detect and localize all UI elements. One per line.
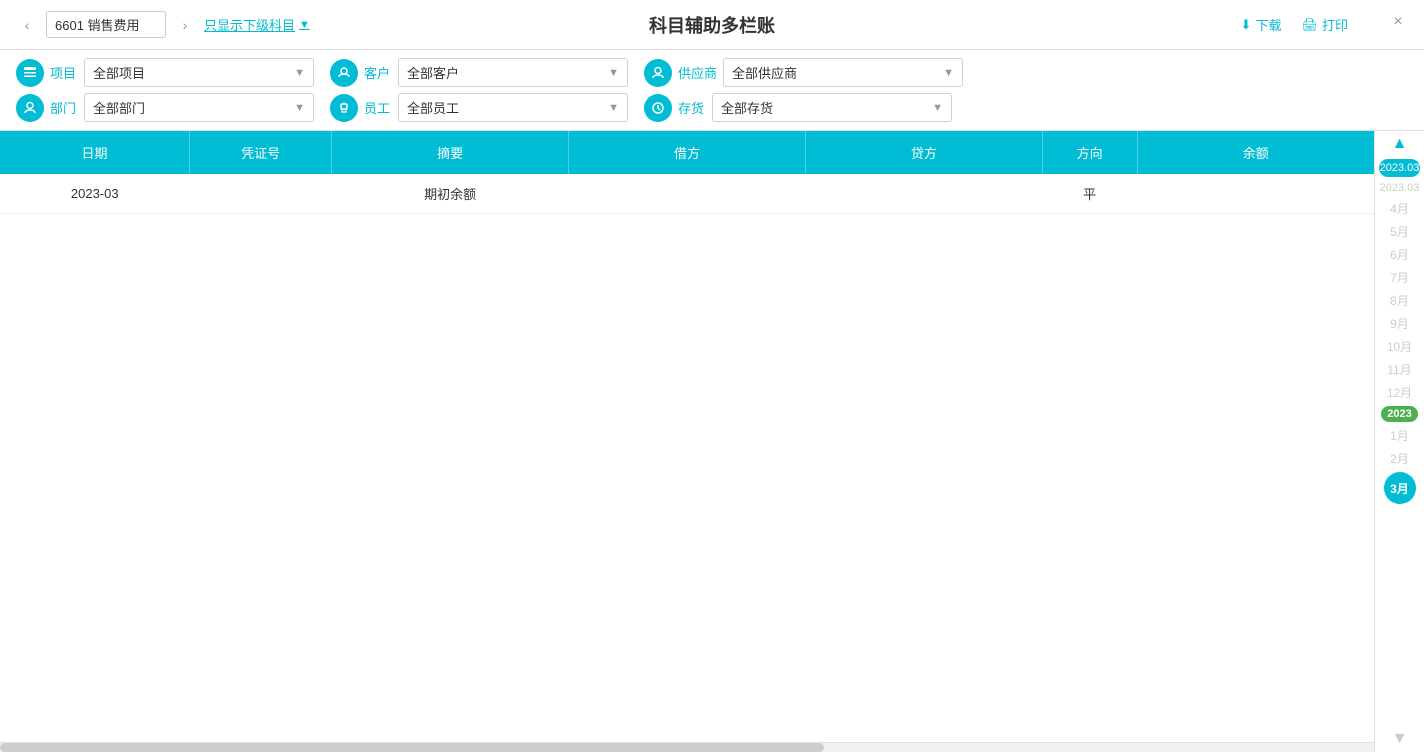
close-button[interactable]: × xyxy=(1388,12,1408,32)
filter-department: 部门 全部部门 ▼ xyxy=(16,93,314,122)
main-content: 日期 凭证号 摘要 借方 贷方 方向 余额 2023-03 期初余额 xyxy=(0,131,1424,752)
page-title: 科目辅助多栏账 xyxy=(649,12,775,38)
department-icon xyxy=(16,94,44,122)
download-label: 下载 xyxy=(1255,15,1281,34)
cell-date: 2023-03 xyxy=(0,174,190,214)
print-label: 打印 xyxy=(1322,15,1348,34)
inventory-icon xyxy=(644,94,672,122)
title-bar-left: ‹ 6601 销售费用 › 只显示下级科目 ▼ xyxy=(16,11,310,38)
title-bar-right: ⬇ 下载 🖨 打印 xyxy=(1241,15,1408,34)
download-button[interactable]: ⬇ 下载 xyxy=(1241,15,1282,34)
print-icon: 🖨 xyxy=(1301,17,1318,33)
cell-credit xyxy=(805,174,1042,214)
filter-project: 项目 全部项目 ▼ xyxy=(16,58,314,87)
show-sub-label: 只显示下级科目 xyxy=(204,15,295,34)
col-header-direction: 方向 xyxy=(1042,131,1137,174)
cell-summary: 期初余额 xyxy=(332,174,569,214)
timeline-item-5[interactable]: 5月 xyxy=(1375,220,1424,243)
project-chevron-icon: ▼ xyxy=(294,67,305,79)
cell-direction: 平 xyxy=(1042,174,1137,214)
timeline-nav-down[interactable]: ▼ xyxy=(1375,726,1424,752)
table-row[interactable]: 2023-03 期初余额 平 xyxy=(0,174,1374,214)
timeline-nav-up[interactable]: ▲ xyxy=(1375,131,1424,157)
filter-inventory: 存货 全部存货 ▼ xyxy=(644,93,952,122)
department-value: 全部部门 xyxy=(93,98,145,117)
scroll-thumb[interactable] xyxy=(0,743,824,752)
employee-chevron-icon: ▼ xyxy=(608,102,619,114)
timeline-item-8[interactable]: 8月 xyxy=(1375,289,1424,312)
customer-select[interactable]: 全部客户 ▼ xyxy=(398,58,628,87)
filter-supplier: 供应商 全部供应商 ▼ xyxy=(644,58,963,87)
show-sub-button[interactable]: 只显示下级科目 ▼ xyxy=(204,15,310,34)
nav-prev-button[interactable]: ‹ xyxy=(16,14,38,36)
department-label: 部门 xyxy=(50,98,78,117)
timeline-item-3-container: 3月 xyxy=(1375,470,1424,506)
account-code: 6601 销售费用 xyxy=(46,11,166,38)
col-header-date: 日期 xyxy=(0,131,190,174)
print-button[interactable]: 🖨 打印 xyxy=(1301,15,1348,34)
timeline-sidebar: ▲ 2023.03 2023.03 4月 5月 6月 7月 8月 9月 10月 … xyxy=(1374,131,1424,752)
filter-employee: 员工 全部员工 ▼ xyxy=(330,93,628,122)
timeline-item-1[interactable]: 1月 xyxy=(1375,424,1424,447)
inventory-select[interactable]: 全部存货 ▼ xyxy=(712,93,952,122)
customer-icon xyxy=(330,59,358,87)
department-chevron-icon: ▼ xyxy=(294,102,305,114)
customer-chevron-icon: ▼ xyxy=(608,67,619,79)
inventory-value: 全部存货 xyxy=(721,98,773,117)
nav-next-button[interactable]: › xyxy=(174,14,196,36)
title-bar: ‹ 6601 销售费用 › 只显示下级科目 ▼ 科目辅助多栏账 ⬇ 下载 🖨 打… xyxy=(0,0,1424,50)
horizontal-scrollbar[interactable] xyxy=(0,742,1374,752)
timeline-item-2023-03-top[interactable]: 2023.03 xyxy=(1379,159,1420,177)
col-header-summary: 摘要 xyxy=(332,131,569,174)
timeline-item-3-selected[interactable]: 3月 xyxy=(1384,472,1416,504)
supplier-icon xyxy=(644,59,672,87)
timeline-item-2023-03-second[interactable]: 2023.03 xyxy=(1375,179,1424,197)
timeline-item-10[interactable]: 10月 xyxy=(1375,335,1424,358)
col-header-balance: 余额 xyxy=(1137,131,1374,174)
table-area: 日期 凭证号 摘要 借方 贷方 方向 余额 2023-03 期初余额 xyxy=(0,131,1374,752)
employee-value: 全部员工 xyxy=(407,98,459,117)
table-body: 2023-03 期初余额 平 xyxy=(0,174,1374,214)
filter-section: 项目 全部项目 ▼ 客户 全部客户 ▼ xyxy=(0,50,1424,131)
project-icon xyxy=(16,59,44,87)
col-header-debit: 借方 xyxy=(569,131,806,174)
employee-label: 员工 xyxy=(364,98,392,117)
col-header-credit: 贷方 xyxy=(805,131,1042,174)
timeline-item-4[interactable]: 4月 xyxy=(1375,197,1424,220)
project-value: 全部项目 xyxy=(93,63,145,82)
supplier-value: 全部供应商 xyxy=(732,63,797,82)
col-header-voucher: 凭证号 xyxy=(190,131,332,174)
timeline-item-2[interactable]: 2月 xyxy=(1375,447,1424,470)
supplier-chevron-icon: ▼ xyxy=(943,67,954,79)
data-table: 日期 凭证号 摘要 借方 贷方 方向 余额 2023-03 期初余额 xyxy=(0,131,1374,214)
cell-balance xyxy=(1137,174,1374,214)
table-spacer xyxy=(0,214,1374,742)
filter-row-2: 部门 全部部门 ▼ 员工 全部员工 ▼ xyxy=(16,93,1408,122)
employee-icon xyxy=(330,94,358,122)
download-icon: ⬇ xyxy=(1241,17,1252,33)
timeline-item-12[interactable]: 12月 xyxy=(1375,381,1424,404)
cell-debit xyxy=(569,174,806,214)
customer-value: 全部客户 xyxy=(407,63,459,82)
timeline-year-2023[interactable]: 2023 xyxy=(1381,406,1418,422)
table-header: 日期 凭证号 摘要 借方 贷方 方向 余额 xyxy=(0,131,1374,174)
project-select[interactable]: 全部项目 ▼ xyxy=(84,58,314,87)
timeline-item-6[interactable]: 6月 xyxy=(1375,243,1424,266)
customer-label: 客户 xyxy=(364,63,392,82)
inventory-chevron-icon: ▼ xyxy=(932,102,943,114)
cell-voucher xyxy=(190,174,332,214)
department-select[interactable]: 全部部门 ▼ xyxy=(84,93,314,122)
chevron-down-icon: ▼ xyxy=(299,19,310,31)
filter-row-1: 项目 全部项目 ▼ 客户 全部客户 ▼ xyxy=(16,58,1408,87)
employee-select[interactable]: 全部员工 ▼ xyxy=(398,93,628,122)
supplier-label: 供应商 xyxy=(678,63,717,82)
supplier-select[interactable]: 全部供应商 ▼ xyxy=(723,58,963,87)
main-window: ‹ 6601 销售费用 › 只显示下级科目 ▼ 科目辅助多栏账 ⬇ 下载 🖨 打… xyxy=(0,0,1424,752)
timeline-item-11[interactable]: 11月 xyxy=(1375,358,1424,381)
project-label: 项目 xyxy=(50,63,78,82)
timeline-item-9[interactable]: 9月 xyxy=(1375,312,1424,335)
timeline-item-7[interactable]: 7月 xyxy=(1375,266,1424,289)
inventory-label: 存货 xyxy=(678,98,706,117)
filter-customer: 客户 全部客户 ▼ xyxy=(330,58,628,87)
